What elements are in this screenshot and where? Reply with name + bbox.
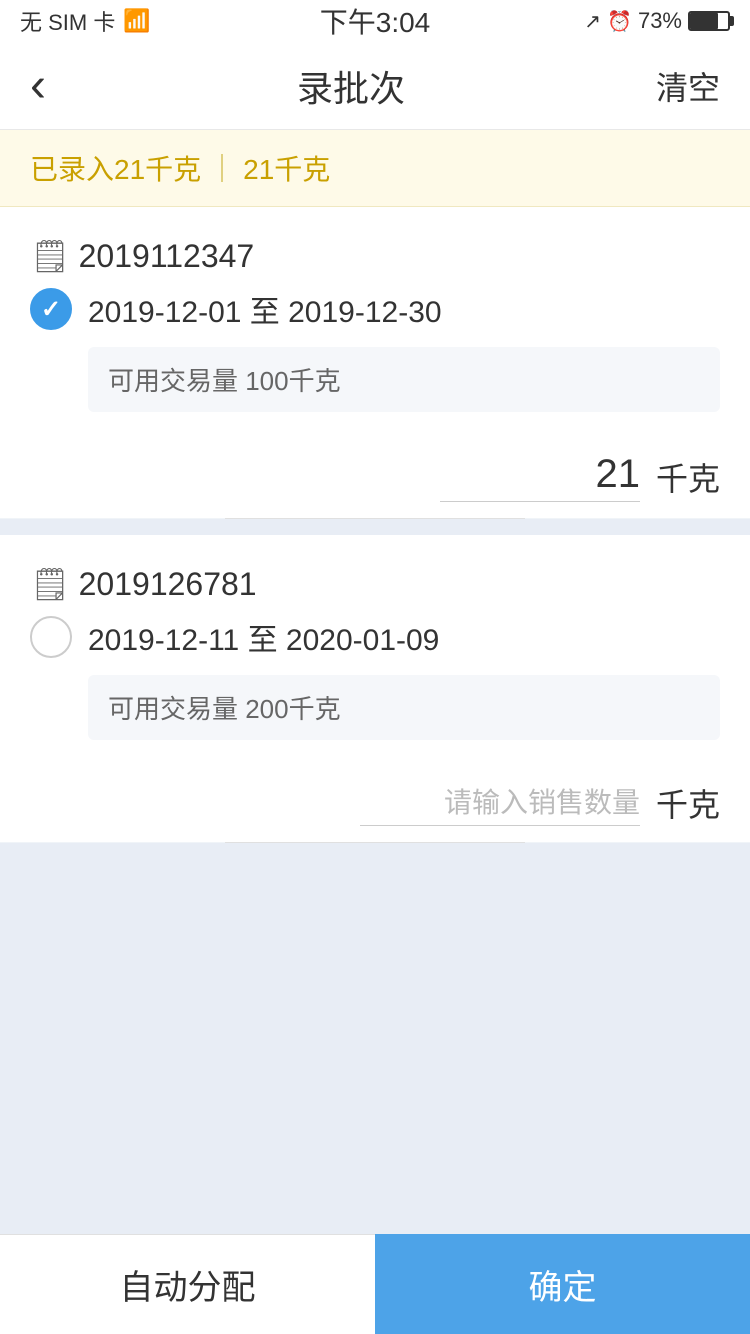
batch-2-available: 可用交易量 200千克: [88, 675, 720, 740]
bottom-bar: 自动分配 确定: [0, 1234, 750, 1334]
info-banner: 已录入21千克 21千克: [0, 130, 750, 207]
alarm-icon: ⏰: [607, 9, 632, 34]
batch-1-qty-input[interactable]: 21: [440, 452, 640, 502]
recorded-label: 已录入21千克: [30, 148, 201, 188]
batch-2-id: 2019126781: [79, 566, 257, 603]
batch-1-date-row: 2019-12-01 至 2019-12-30: [30, 287, 720, 331]
batch-2-radio[interactable]: [30, 616, 72, 658]
batch-1-id: 2019112347: [79, 238, 255, 275]
clear-button[interactable]: 清空: [656, 63, 720, 109]
batch-1-qty-row: 21 千克: [0, 432, 750, 518]
info-divider: [221, 154, 223, 182]
batch-1-date: 2019-12-01 至 2019-12-30: [88, 287, 442, 331]
back-button[interactable]: ‹: [30, 58, 46, 113]
wifi-icon: 📶: [123, 8, 150, 34]
batch-2-qty-placeholder: 请输入销售数量: [444, 781, 640, 821]
total-label: 21千克: [243, 148, 330, 188]
batch-2-unit: 千克: [656, 780, 720, 826]
page-title: 录批次: [297, 60, 405, 112]
batch-1-available: 可用交易量 100千克: [88, 347, 720, 412]
batch-item-2: 🗒 2019126781 2019-12-11 至 2020-01-09 可用交…: [0, 535, 750, 760]
status-bar-right: ↗ ⏰ 73%: [584, 8, 730, 34]
auto-distribute-button[interactable]: 自动分配: [0, 1234, 375, 1334]
nav-bar: ‹ 录批次 清空: [0, 42, 750, 130]
batch-1-unit: 千克: [656, 454, 720, 500]
confirm-button[interactable]: 确定: [375, 1234, 750, 1334]
battery-percent: 73%: [638, 8, 682, 34]
batch-1-header: 🗒 2019112347: [30, 237, 720, 275]
batch-item-1: 🗒 2019112347 2019-12-01 至 2019-12-30 可用交…: [0, 207, 750, 432]
batch-2-qty-row: 请输入销售数量 千克: [0, 760, 750, 842]
bottom-space: [0, 843, 750, 1283]
batch-1-radio[interactable]: [30, 288, 72, 330]
section-divider: [0, 519, 750, 535]
batch-1-qty-value: 21: [595, 452, 640, 497]
location-icon: ↗: [584, 9, 601, 34]
batch-2-icon: 🗒: [30, 565, 71, 603]
batch-1-icon: 🗒: [30, 237, 71, 275]
battery-icon: [688, 11, 730, 31]
batch-2-date: 2019-12-11 至 2020-01-09: [88, 615, 439, 659]
status-bar-left: 无 SIM 卡 📶: [20, 5, 151, 37]
batch-2-date-row: 2019-12-11 至 2020-01-09: [30, 615, 720, 659]
batch-2-qty-input[interactable]: 请输入销售数量: [360, 781, 640, 826]
sim-text: 无 SIM 卡: [20, 5, 115, 37]
status-bar: 无 SIM 卡 📶 下午3:04 ↗ ⏰ 73%: [0, 0, 750, 42]
status-bar-time: 下午3:04: [320, 1, 431, 41]
batch-2-header: 🗒 2019126781: [30, 565, 720, 603]
